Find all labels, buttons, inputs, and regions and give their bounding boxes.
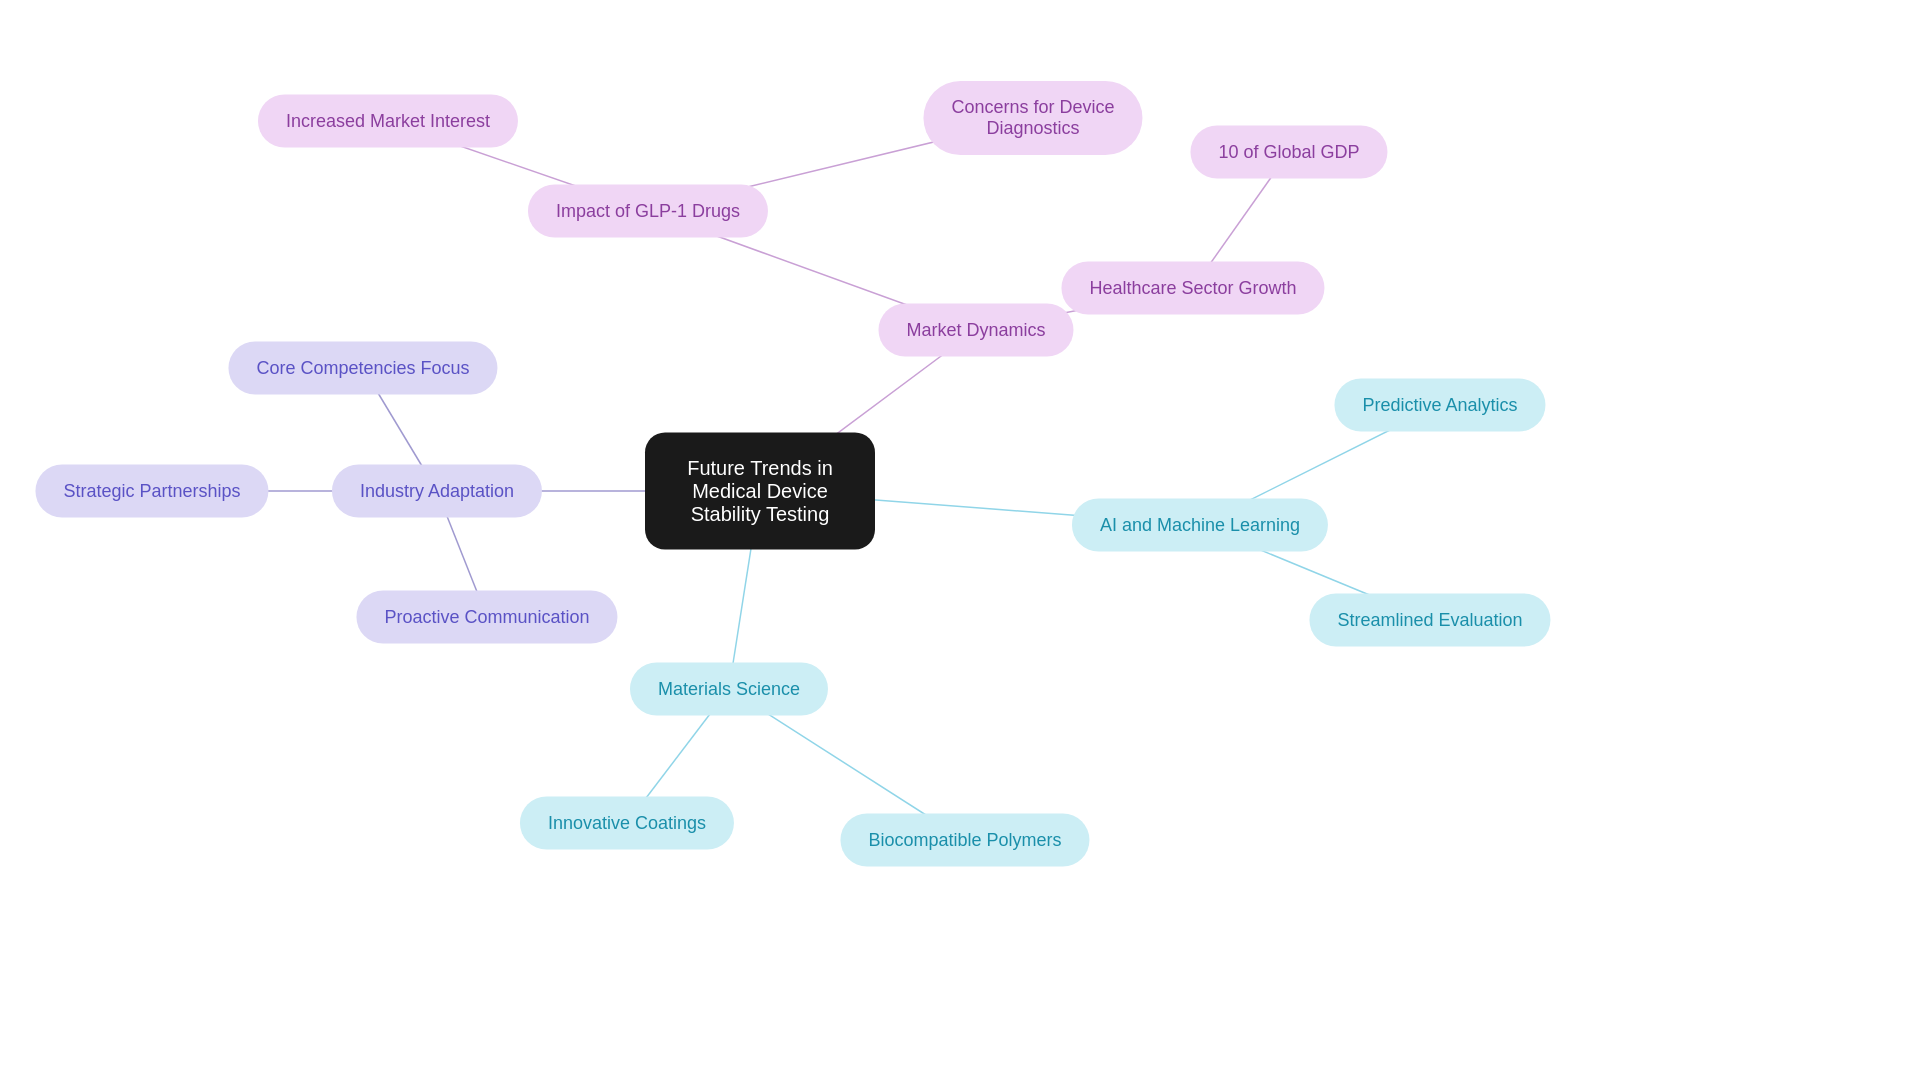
node-healthcare-growth: Healthcare Sector Growth — [1061, 262, 1324, 315]
node-global-gdp: 10 of Global GDP — [1190, 126, 1387, 179]
node-market-dynamics: Market Dynamics — [878, 304, 1073, 357]
node-predictive-analytics: Predictive Analytics — [1334, 379, 1545, 432]
node-increased-market: Increased Market Interest — [258, 95, 518, 148]
node-glp1: Impact of GLP-1 Drugs — [528, 185, 768, 238]
node-strategic-partnerships: Strategic Partnerships — [35, 465, 268, 518]
connections-svg — [0, 0, 1920, 1083]
node-proactive-communication: Proactive Communication — [356, 591, 617, 644]
node-ai-ml: AI and Machine Learning — [1072, 499, 1328, 552]
node-materials-science: Materials Science — [630, 663, 828, 716]
node-biocompatible-polymers: Biocompatible Polymers — [840, 814, 1089, 867]
center-node: Future Trends in Medical Device Stabilit… — [645, 433, 875, 550]
node-innovative-coatings: Innovative Coatings — [520, 797, 734, 850]
mind-map: Future Trends in Medical Device Stabilit… — [0, 0, 1920, 1083]
node-streamlined-evaluation: Streamlined Evaluation — [1309, 594, 1550, 647]
node-concerns: Concerns for Device Diagnostics — [923, 81, 1142, 155]
node-core-competencies: Core Competencies Focus — [228, 342, 497, 395]
node-industry-adaptation: Industry Adaptation — [332, 465, 542, 518]
